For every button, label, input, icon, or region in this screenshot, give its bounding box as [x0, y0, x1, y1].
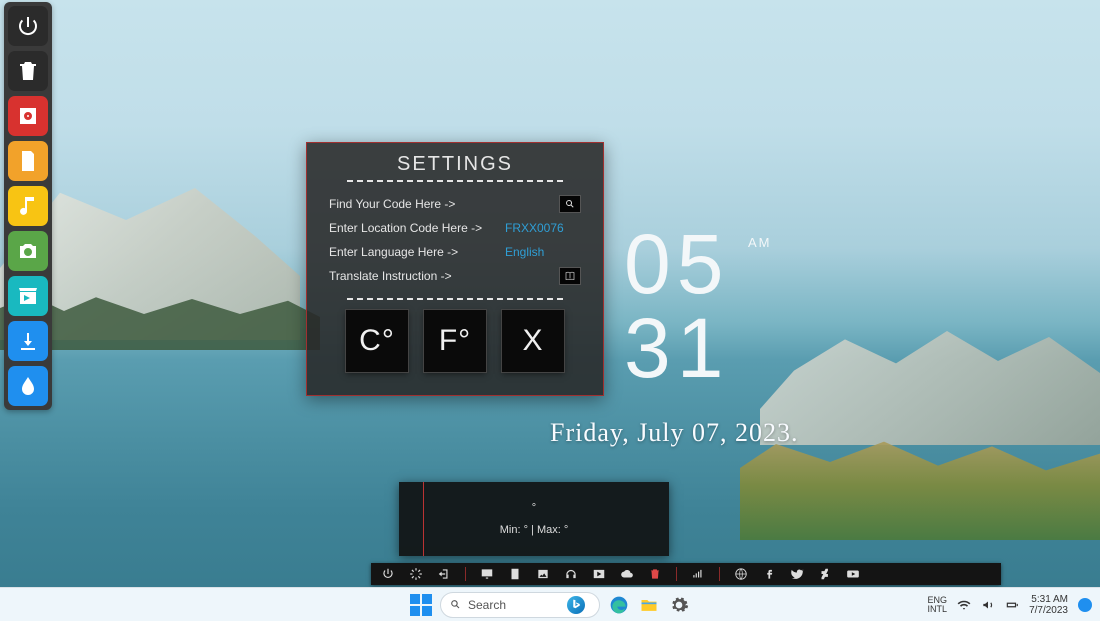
- trash-icon[interactable]: [648, 567, 662, 581]
- download-icon[interactable]: [8, 321, 48, 361]
- separator: [719, 567, 720, 581]
- weather-widget: ° Min: ° | Max: °: [399, 482, 669, 556]
- video-icon[interactable]: [8, 276, 48, 316]
- explorer-icon[interactable]: [638, 594, 660, 616]
- camera-icon[interactable]: [8, 231, 48, 271]
- book-icon[interactable]: [559, 267, 581, 285]
- bars-icon[interactable]: [691, 567, 705, 581]
- gallery-icon[interactable]: [536, 567, 550, 581]
- disk-icon[interactable]: [8, 96, 48, 136]
- clock-minutes: 31: [624, 306, 729, 390]
- clock-ampm: AM: [748, 236, 772, 249]
- power-icon[interactable]: [8, 6, 48, 46]
- divider: [347, 298, 563, 300]
- exit-icon[interactable]: [437, 567, 451, 581]
- fahrenheit-button[interactable]: F°: [424, 310, 486, 372]
- power-icon[interactable]: [381, 567, 395, 581]
- edge-icon[interactable]: [608, 594, 630, 616]
- battery-icon[interactable]: [1005, 598, 1019, 612]
- left-dock: [4, 2, 52, 410]
- divider: [347, 180, 563, 182]
- clock-hours: 05: [624, 222, 729, 306]
- settings-panel: SETTINGS Find Your Code Here -> Enter Lo…: [306, 142, 604, 396]
- clock-widget: 05 AM 31: [624, 222, 729, 390]
- settings-icon[interactable]: [668, 594, 690, 616]
- twitter-icon[interactable]: [790, 567, 804, 581]
- youtube-icon[interactable]: [846, 567, 860, 581]
- loading-icon[interactable]: [409, 567, 423, 581]
- facebook-icon[interactable]: [762, 567, 776, 581]
- location-code-value[interactable]: FRXX0076: [505, 221, 564, 235]
- search-box[interactable]: Search: [440, 592, 600, 618]
- search-placeholder: Search: [468, 598, 506, 612]
- document-icon[interactable]: [8, 141, 48, 181]
- monitor-icon[interactable]: [480, 567, 494, 581]
- cloud-download-icon[interactable]: [620, 567, 634, 581]
- media-icon[interactable]: [592, 567, 606, 581]
- bing-icon[interactable]: [567, 596, 585, 614]
- search-icon[interactable]: [559, 195, 581, 213]
- headphones-icon[interactable]: [564, 567, 578, 581]
- weather-minmax: Min: ° | Max: °: [500, 524, 569, 536]
- language-label: Enter Language Here ->: [329, 245, 499, 259]
- translate-label: Translate Instruction ->: [329, 269, 499, 283]
- language-indicator[interactable]: ENGINTL: [928, 596, 948, 614]
- music-icon[interactable]: [8, 186, 48, 226]
- notepad-icon[interactable]: [508, 567, 522, 581]
- separator: [465, 567, 466, 581]
- close-button[interactable]: X: [502, 310, 564, 372]
- globe-icon[interactable]: [734, 567, 748, 581]
- bottom-dock: [371, 563, 1001, 585]
- date-text: Friday, July 07, 2023.: [550, 418, 799, 448]
- wifi-icon[interactable]: [957, 598, 971, 612]
- clock-tray[interactable]: 5:31 AM7/7/2023: [1029, 594, 1068, 616]
- location-code-label: Enter Location Code Here ->: [329, 221, 499, 235]
- separator: [676, 567, 677, 581]
- deviantart-icon[interactable]: [818, 567, 832, 581]
- volume-icon[interactable]: [981, 598, 995, 612]
- language-value[interactable]: English: [505, 245, 544, 259]
- trash-icon[interactable]: [8, 51, 48, 91]
- find-code-label: Find Your Code Here ->: [329, 197, 499, 211]
- celsius-button[interactable]: C°: [346, 310, 408, 372]
- settings-title: SETTINGS: [329, 153, 581, 176]
- windows-taskbar: Search ENGINTL 5:31 AM7/7/2023: [0, 587, 1100, 621]
- notification-icon[interactable]: [1078, 598, 1092, 612]
- water-icon[interactable]: [8, 366, 48, 406]
- start-button[interactable]: [410, 594, 432, 616]
- weather-temp: °: [532, 502, 536, 514]
